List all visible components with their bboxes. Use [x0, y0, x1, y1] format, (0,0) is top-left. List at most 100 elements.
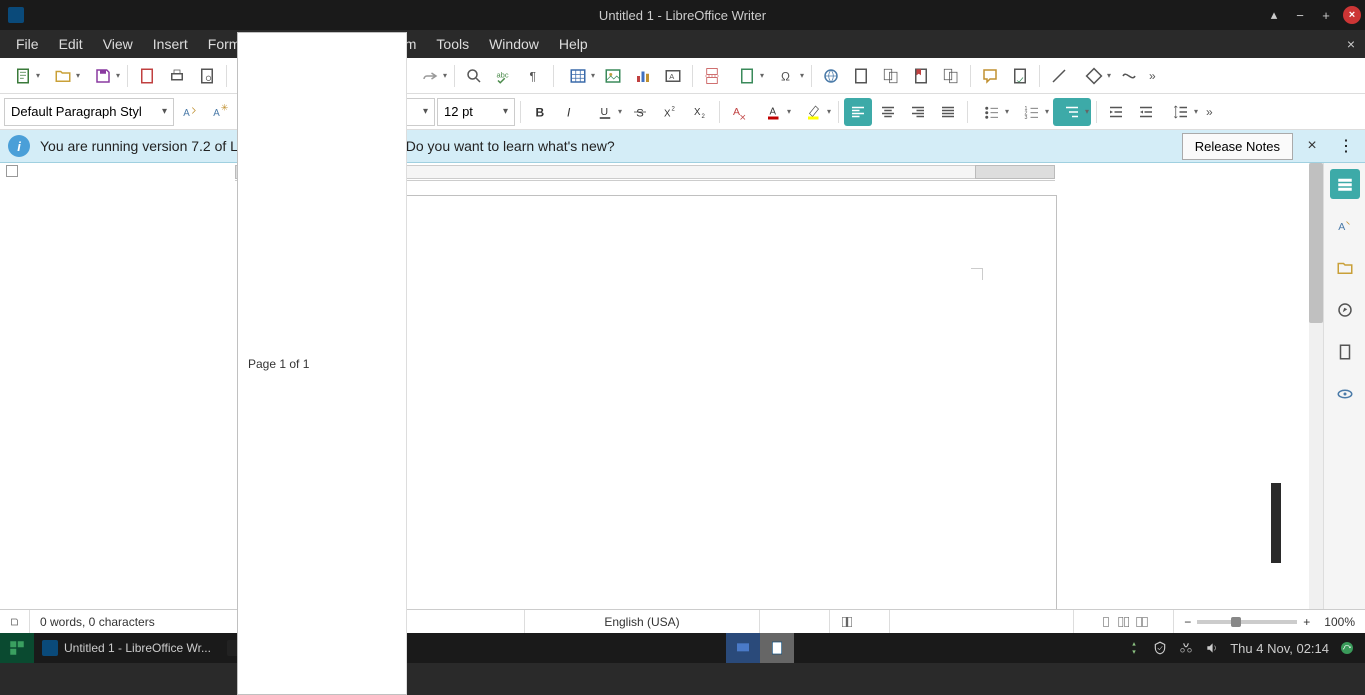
insert-footnote-button[interactable] [847, 62, 875, 90]
new-document-button[interactable] [4, 62, 42, 90]
zoom-value[interactable]: 100% [1324, 615, 1355, 629]
font-color-button[interactable]: A [755, 98, 793, 126]
window-minimize-button[interactable]: − [1291, 6, 1309, 24]
underline-button[interactable]: U [586, 98, 624, 126]
sidebar-navigator-button[interactable] [1330, 295, 1360, 325]
zoom-in-button[interactable]: + [1303, 615, 1310, 629]
sync-icon[interactable] [1339, 640, 1355, 656]
insert-chart-button[interactable] [629, 62, 657, 90]
track-changes-button[interactable] [1006, 62, 1034, 90]
status-language[interactable]: English (USA) [525, 610, 760, 633]
vertical-scrollbar[interactable] [1309, 163, 1323, 609]
status-word-count[interactable]: 0 words, 0 characters [30, 610, 260, 633]
superscript-button[interactable]: X2 [656, 98, 684, 126]
taskbar-item-app[interactable] [760, 633, 794, 663]
menu-file[interactable]: File [6, 32, 49, 56]
insert-cross-ref-button[interactable] [937, 62, 965, 90]
sidebar-styles-button[interactable]: A [1330, 211, 1360, 241]
notification-close-button[interactable]: × [1301, 135, 1323, 157]
spellcheck-button[interactable]: abc [490, 62, 518, 90]
insert-hyperlink-button[interactable] [817, 62, 845, 90]
insert-table-button[interactable] [559, 62, 597, 90]
tab-stop-selector[interactable] [6, 165, 18, 177]
align-center-button[interactable] [874, 98, 902, 126]
insert-comment-button[interactable] [976, 62, 1004, 90]
book-view-icon[interactable] [1135, 615, 1149, 629]
menu-view[interactable]: View [93, 32, 143, 56]
redo-button[interactable] [411, 62, 449, 90]
insert-field-button[interactable] [728, 62, 766, 90]
save-button[interactable] [84, 62, 122, 90]
security-icon[interactable] [1152, 640, 1168, 656]
font-size-combo[interactable]: 12 pt [437, 98, 515, 126]
align-justify-button[interactable] [934, 98, 962, 126]
line-spacing-button[interactable] [1162, 98, 1200, 126]
clipboard-icon[interactable] [1178, 640, 1194, 656]
update-style-button[interactable]: A [176, 98, 204, 126]
notification-menu-button[interactable]: ⋮ [1335, 135, 1357, 157]
taskbar-item-writer[interactable]: Untitled 1 - LibreOffice Wr... [34, 633, 219, 663]
sidebar-inspector-button[interactable] [1330, 379, 1360, 409]
window-shade-button[interactable]: ▴ [1265, 6, 1283, 24]
toolbar-overflow-button[interactable]: » [1145, 69, 1160, 83]
zoom-out-button[interactable]: − [1184, 615, 1191, 629]
bullet-list-button[interactable] [973, 98, 1011, 126]
menu-window[interactable]: Window [479, 32, 549, 56]
status-signature[interactable] [890, 610, 1074, 633]
formatting-marks-button[interactable]: ¶ [520, 62, 548, 90]
sidebar-properties-button[interactable] [1330, 169, 1360, 199]
scroll-thumb[interactable] [1309, 163, 1323, 323]
open-button[interactable] [44, 62, 82, 90]
new-style-button[interactable]: A✳ [206, 98, 234, 126]
subscript-button[interactable]: X2 [686, 98, 714, 126]
paragraph-style-combo[interactable]: Default Paragraph Styl [4, 98, 174, 126]
numbered-list-button[interactable]: 123 [1013, 98, 1051, 126]
taskbar-clock[interactable]: Thu 4 Nov, 02:14 [1230, 641, 1329, 656]
status-selection-mode[interactable] [830, 610, 890, 633]
basic-shapes-button[interactable] [1075, 62, 1113, 90]
window-close-button[interactable]: × [1343, 6, 1361, 24]
multi-page-icon[interactable] [1117, 615, 1131, 629]
sidebar-gallery-button[interactable] [1330, 253, 1360, 283]
bold-button[interactable]: B [526, 98, 554, 126]
volume-icon[interactable] [1204, 640, 1220, 656]
menu-help[interactable]: Help [549, 32, 598, 56]
print-preview-button[interactable] [193, 62, 221, 90]
status-view-layout[interactable] [1074, 610, 1174, 633]
insert-textbox-button[interactable]: A [659, 62, 687, 90]
sidebar-page-button[interactable] [1330, 337, 1360, 367]
release-notes-button[interactable]: Release Notes [1182, 133, 1293, 160]
align-left-button[interactable] [844, 98, 872, 126]
insert-page-break-button[interactable] [698, 62, 726, 90]
status-page[interactable]: Page 1 of 1 [237, 32, 407, 695]
draw-functions-button[interactable] [1115, 62, 1143, 90]
outline-list-button[interactable] [1053, 98, 1091, 126]
zoom-slider[interactable] [1197, 620, 1297, 624]
status-insert-mode[interactable] [760, 610, 830, 633]
formatting-overflow-button[interactable]: » [1202, 105, 1217, 119]
insert-line-button[interactable] [1045, 62, 1073, 90]
menu-insert[interactable]: Insert [143, 32, 198, 56]
sidebar-toggle-handle[interactable] [1271, 483, 1281, 563]
decrease-indent-button[interactable] [1132, 98, 1160, 126]
menu-edit[interactable]: Edit [49, 32, 93, 56]
print-button[interactable] [163, 62, 191, 90]
insert-image-button[interactable] [599, 62, 627, 90]
taskbar-item-desktop[interactable] [726, 633, 760, 663]
increase-indent-button[interactable] [1102, 98, 1130, 126]
italic-button[interactable]: I [556, 98, 584, 126]
align-right-button[interactable] [904, 98, 932, 126]
status-save-icon[interactable] [0, 610, 30, 633]
single-page-icon[interactable] [1099, 615, 1113, 629]
insert-bookmark-button[interactable] [907, 62, 935, 90]
find-replace-button[interactable] [460, 62, 488, 90]
clear-formatting-button[interactable]: A [725, 98, 753, 126]
export-pdf-button[interactable] [133, 62, 161, 90]
window-maximize-button[interactable]: + [1317, 6, 1335, 24]
insert-special-char-button[interactable]: Ω [768, 62, 806, 90]
insert-endnote-button[interactable] [877, 62, 905, 90]
updates-icon[interactable] [1126, 640, 1142, 656]
highlight-color-button[interactable] [795, 98, 833, 126]
start-menu-button[interactable] [0, 633, 34, 663]
menu-tools[interactable]: Tools [426, 32, 479, 56]
